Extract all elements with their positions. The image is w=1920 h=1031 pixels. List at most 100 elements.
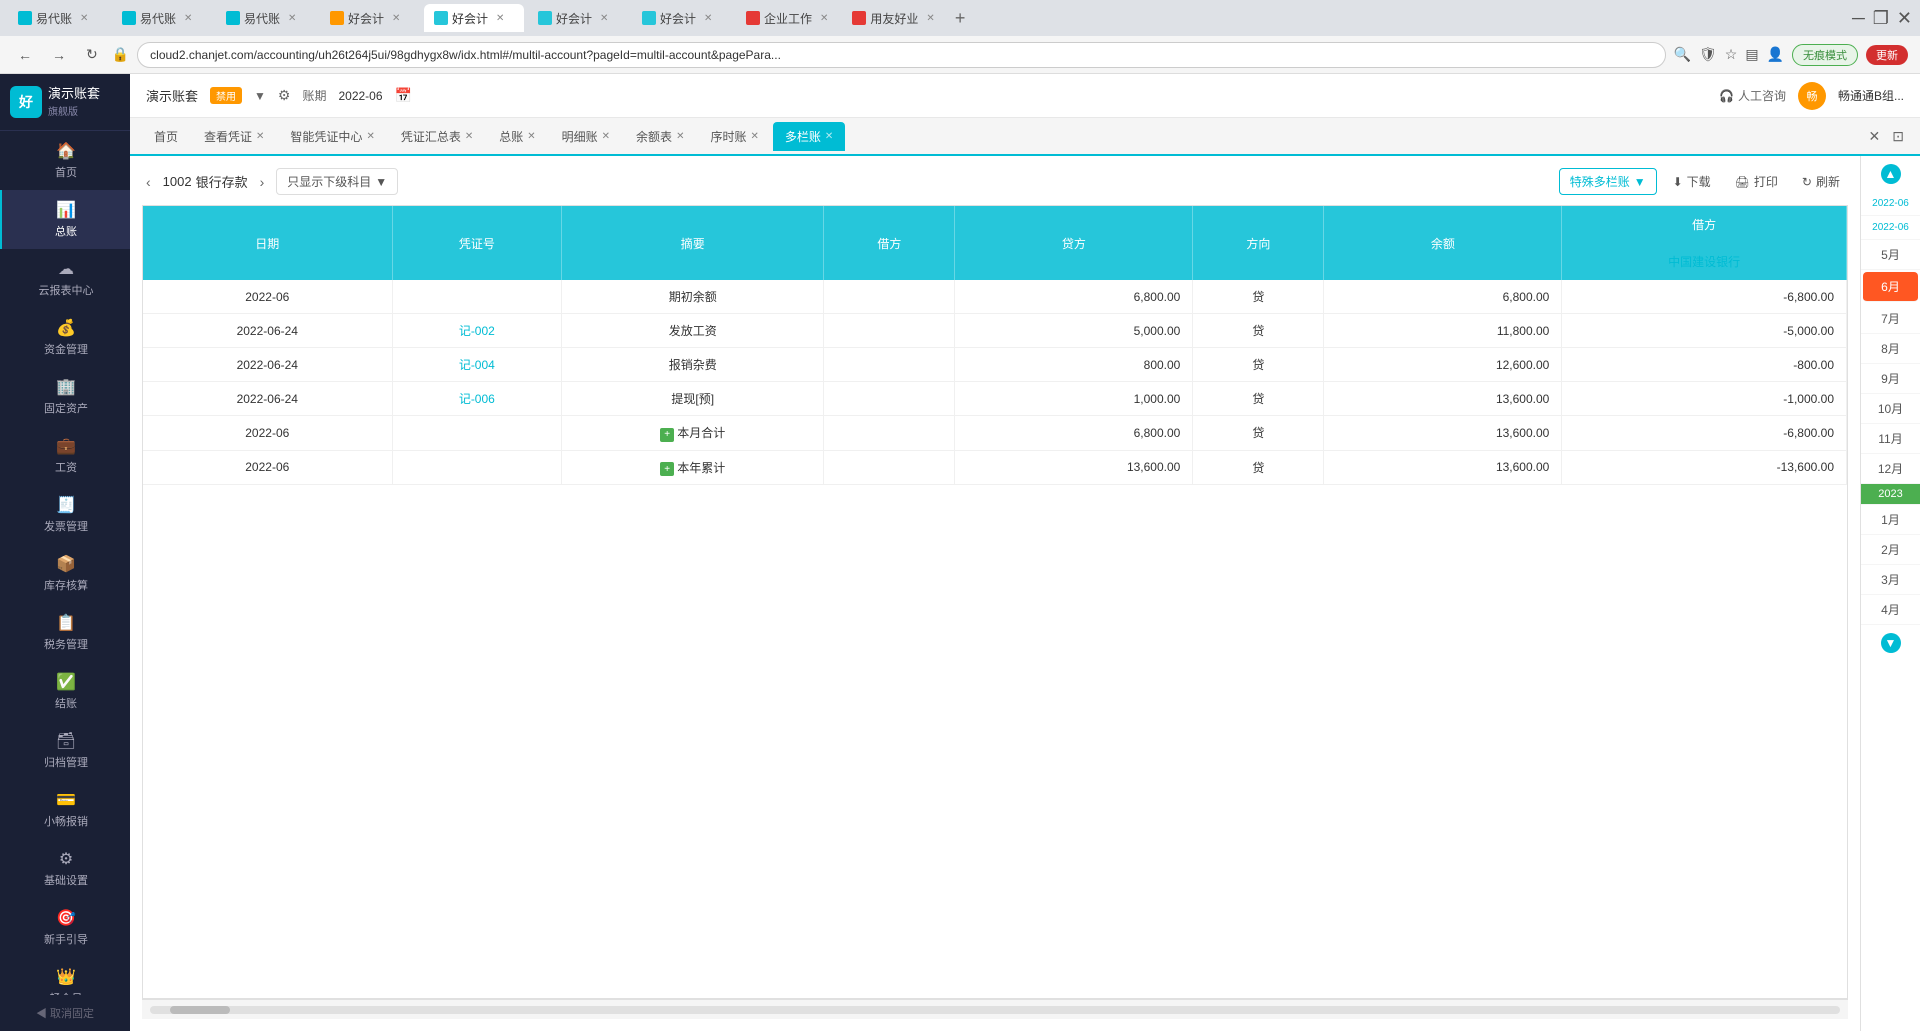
period-value[interactable]: 2022-06 (338, 89, 382, 103)
page-tab-voucher-close[interactable]: ✕ (256, 131, 264, 142)
tab-close-8[interactable]: ✕ (820, 13, 828, 24)
bottom-scrollbar[interactable] (142, 999, 1848, 1019)
close-button[interactable]: ✕ (1897, 8, 1912, 29)
page-tab-balance[interactable]: 余额表 ✕ (624, 122, 696, 151)
calendar-month-active[interactable]: 6月 (1863, 272, 1918, 302)
refresh-button[interactable]: ↻ (80, 44, 104, 65)
page-tab-summary[interactable]: 凭证汇总表 ✕ (389, 122, 485, 151)
next-account-button[interactable]: › (256, 172, 269, 192)
calendar-month-item[interactable]: 11月 (1861, 424, 1920, 454)
sidebar-item-salary[interactable]: 💼 工资 (0, 426, 130, 485)
minimize-button[interactable]: ─ (1852, 8, 1865, 29)
filter-button[interactable]: 只显示下级科目 ▼ (276, 168, 398, 195)
account-settings-icon[interactable]: ⚙ (278, 87, 291, 104)
page-tab-balance-close[interactable]: ✕ (676, 131, 684, 142)
sidebar-item-ledger[interactable]: 📊 总账 (0, 190, 130, 249)
account-dropdown-icon[interactable]: ▼ (254, 89, 266, 103)
calendar-month-item[interactable]: 7月 (1861, 304, 1920, 334)
calendar-month-item[interactable]: 3月 (1861, 565, 1920, 595)
page-tab-multi[interactable]: 多栏账 ✕ (773, 122, 845, 151)
prev-account-button[interactable]: ‹ (142, 172, 155, 192)
star-icon[interactable]: ☆ (1725, 46, 1738, 63)
tab-close-4[interactable]: ✕ (392, 13, 400, 24)
tab-close-1[interactable]: ✕ (80, 13, 88, 24)
page-tab-sequence-close[interactable]: ✕ (750, 131, 758, 142)
restore-button[interactable]: ❐ (1873, 8, 1889, 29)
calendar-month-item[interactable]: 5月 (1861, 240, 1920, 270)
consult-button[interactable]: 🎧 人工咨询 (1719, 87, 1786, 104)
sidebar-item-reimbursement[interactable]: 💳 小畅报销 (0, 780, 130, 839)
close-tab-icon[interactable]: ✕ (1865, 126, 1885, 147)
page-tab-voucher[interactable]: 查看凭证 ✕ (192, 122, 276, 151)
nav-down-icon[interactable]: ▼ (1881, 633, 1901, 653)
sidebar-item-archive[interactable]: 🗃 归档管理 (0, 721, 130, 780)
cell-voucher[interactable]: 记-004 (392, 348, 562, 382)
tab-close-2[interactable]: ✕ (184, 13, 192, 24)
sidebar-item-settings[interactable]: ⚙ 基础设置 (0, 839, 130, 898)
calendar-nav-up[interactable]: ▲ (1861, 156, 1920, 192)
tab-haokuaiji-3[interactable]: 好会计 ✕ (528, 4, 628, 32)
calendar-month-item[interactable]: 2月 (1861, 535, 1920, 565)
refresh-button-ledger[interactable]: ↻ 刷新 (1794, 169, 1848, 194)
pin-sidebar-button[interactable]: ◀ 取消固定 (0, 995, 130, 1031)
sidebar-item-inventory[interactable]: 📦 库存核算 (0, 544, 130, 603)
calendar-month-item[interactable]: 12月 (1861, 454, 1920, 484)
page-tab-sequence[interactable]: 序时账 ✕ (698, 122, 770, 151)
shield-icon[interactable]: 🛡 (1699, 46, 1717, 63)
tab-close-3[interactable]: ✕ (288, 13, 296, 24)
sidebar-item-guide[interactable]: 🎯 新手引导 (0, 898, 130, 957)
tab-haokuaiji-2[interactable]: 好会计 ✕ (424, 4, 524, 32)
tab-close-5[interactable]: ✕ (496, 13, 504, 24)
cell-voucher[interactable]: 记-006 (392, 382, 562, 416)
sidebar-item-tax[interactable]: 📋 税务管理 (0, 603, 130, 662)
page-tab-general[interactable]: 总账 ✕ (487, 122, 547, 151)
sidebar-item-invoice[interactable]: 🧾 发票管理 (0, 485, 130, 544)
forward-button[interactable]: → (46, 45, 72, 65)
new-tab-button[interactable]: + (949, 8, 972, 29)
user-profile-icon[interactable]: 👤 (1767, 46, 1784, 63)
sidebar-item-vip[interactable]: 👑 畅会员 (0, 957, 130, 995)
scroll-thumb[interactable] (170, 1006, 230, 1014)
calendar-month-item[interactable]: 8月 (1861, 334, 1920, 364)
calendar-month-item[interactable]: 4月 (1861, 595, 1920, 625)
tab-close-6[interactable]: ✕ (600, 13, 608, 24)
cell-voucher[interactable]: 记-002 (392, 314, 562, 348)
tab-yidaizhang-3[interactable]: 易代账 ✕ (216, 4, 316, 32)
calendar-month-item[interactable]: 9月 (1861, 364, 1920, 394)
back-button[interactable]: ← (12, 45, 38, 65)
page-tab-multi-close[interactable]: ✕ (825, 131, 833, 142)
tab-enterprise[interactable]: 企业工作 ✕ (736, 4, 838, 32)
sidebar-item-close-period[interactable]: ✅ 结账 (0, 662, 130, 721)
page-tab-summary-close[interactable]: ✕ (465, 131, 473, 142)
page-tab-smart[interactable]: 智能凭证中心 ✕ (278, 122, 386, 151)
calendar-icon[interactable]: 📅 (395, 87, 412, 104)
sidebar-item-home[interactable]: 🏠 首页 (0, 131, 130, 190)
print-button[interactable]: 🖨 打印 (1727, 169, 1786, 194)
sidebar-item-cloud-report[interactable]: ☁ 云报表中心 (0, 249, 130, 308)
nav-up-icon[interactable]: ▲ (1881, 164, 1901, 184)
expand-tab-icon[interactable]: ⊡ (1888, 126, 1908, 147)
page-tab-detail[interactable]: 明细账 ✕ (550, 122, 622, 151)
sidebar-toggle-icon[interactable]: ▤ (1745, 46, 1758, 63)
download-button[interactable]: ⬇ 下载 (1665, 169, 1719, 194)
tab-close-7[interactable]: ✕ (704, 13, 712, 24)
tab-yonyou[interactable]: 用友好业 ✕ (842, 4, 944, 32)
special-ledger-button[interactable]: 特殊多栏账 ▼ (1559, 168, 1657, 195)
tab-yidaizhang-2[interactable]: 易代账 ✕ (112, 4, 212, 32)
page-tab-detail-close[interactable]: ✕ (602, 131, 610, 142)
calendar-month-item[interactable]: 1月 (1861, 505, 1920, 535)
calendar-nav-down[interactable]: ▼ (1861, 625, 1920, 661)
search-browser-icon[interactable]: 🔍 (1674, 46, 1691, 63)
page-tab-smart-close[interactable]: ✕ (366, 131, 374, 142)
tab-haokuaiji-1[interactable]: 好会计 ✕ (320, 4, 420, 32)
sidebar-item-fixed-assets[interactable]: 🏢 固定资产 (0, 367, 130, 426)
no-trace-button[interactable]: 无痕模式 (1792, 44, 1858, 66)
tab-close-9[interactable]: ✕ (926, 13, 934, 24)
url-input[interactable]: cloud2.chanjet.com/accounting/uh26t264j5… (137, 42, 1665, 68)
page-tab-home[interactable]: 首页 (142, 122, 190, 151)
tab-haokuaiji-4[interactable]: 好会计 ✕ (632, 4, 732, 32)
update-button[interactable]: 更新 (1866, 45, 1908, 65)
calendar-month-item[interactable]: 10月 (1861, 394, 1920, 424)
scroll-track[interactable] (150, 1006, 1840, 1014)
sidebar-item-fund[interactable]: 💰 资金管理 (0, 308, 130, 367)
